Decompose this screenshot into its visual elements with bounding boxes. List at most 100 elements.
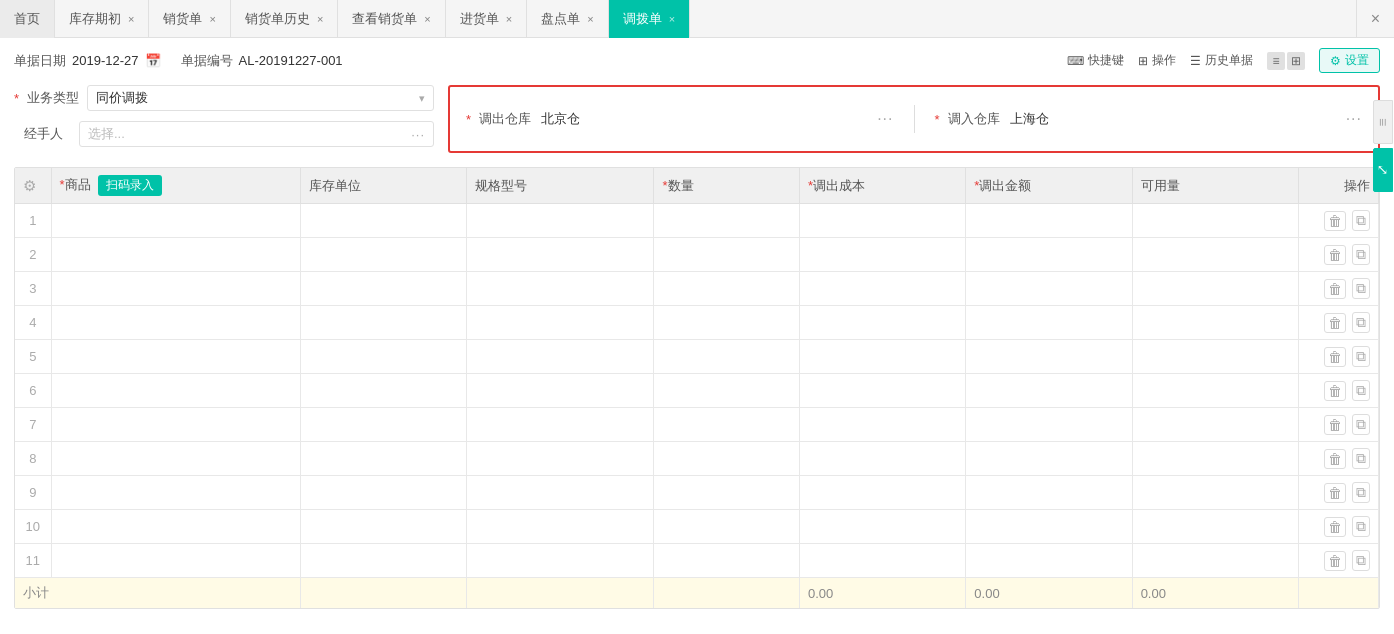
cell-qty-9[interactable] [654,476,800,510]
cell-cost-8[interactable] [799,442,965,476]
cell-qty-5[interactable] [654,340,800,374]
delete-icon-6[interactable]: 🗑 [1324,381,1346,401]
sidebar-list-btn[interactable]: ≡ [1373,100,1393,144]
scan-button[interactable]: 扫码录入 [98,175,162,196]
row-num: 2 [15,238,51,272]
biz-type-select[interactable]: 同价调拨 ▾ [87,85,434,111]
cell-qty-1[interactable] [654,204,800,238]
cell-spec-4 [467,306,654,340]
tab-stocktake[interactable]: 盘点单 × [527,0,608,38]
tab-close-inventory[interactable]: × [128,13,134,25]
cell-qty-3[interactable] [654,272,800,306]
cell-goods-10[interactable] [51,510,301,544]
layout-grid-icon[interactable]: ⊞ [1287,52,1305,70]
ops-btn[interactable]: ⊞ 操作 [1138,52,1176,69]
delete-icon-1[interactable]: 🗑 [1324,211,1346,231]
cell-goods-5[interactable] [51,340,301,374]
header-row: 单据日期 2019-12-27 📅 单据编号 AL-20191227-001 ⌨… [14,48,1380,73]
copy-icon-6[interactable]: ⧉ [1352,380,1370,401]
tab-close-purchase[interactable]: × [506,13,512,25]
delete-icon-5[interactable]: 🗑 [1324,347,1346,367]
sidebar-expand-btn[interactable]: ⤢ [1373,148,1393,192]
cell-cost-11[interactable] [799,544,965,578]
layout-list-icon[interactable]: ≡ [1267,52,1285,70]
cell-qty-4[interactable] [654,306,800,340]
agent-more-icon[interactable]: ··· [411,127,425,142]
cell-amount-4 [966,306,1132,340]
tab-close-sales[interactable]: × [209,13,215,25]
cell-op-10: 🗑 ⧉ [1299,510,1379,544]
cell-cost-3[interactable] [799,272,965,306]
cell-goods-4[interactable] [51,306,301,340]
cell-cost-6[interactable] [799,374,965,408]
copy-icon-1[interactable]: ⧉ [1352,210,1370,231]
tab-close-sales-hist[interactable]: × [317,13,323,25]
tab-sales-history[interactable]: 销货单历史 × [231,0,338,38]
copy-icon-5[interactable]: ⧉ [1352,346,1370,367]
copy-icon-11[interactable]: ⧉ [1352,550,1370,571]
copy-icon-7[interactable]: ⧉ [1352,414,1370,435]
cell-cost-5[interactable] [799,340,965,374]
copy-icon-10[interactable]: ⧉ [1352,516,1370,537]
delete-icon-3[interactable]: 🗑 [1324,279,1346,299]
th-goods: *商品 扫码录入 [51,168,301,204]
cell-goods-3[interactable] [51,272,301,306]
cell-qty-7[interactable] [654,408,800,442]
cell-qty-6[interactable] [654,374,800,408]
cell-unit-2 [301,238,467,272]
copy-icon-4[interactable]: ⧉ [1352,312,1370,333]
cell-goods-11[interactable] [51,544,301,578]
cell-goods-9[interactable] [51,476,301,510]
copy-icon-3[interactable]: ⧉ [1352,278,1370,299]
cell-goods-2[interactable] [51,238,301,272]
warehouse-in-label: 调入仓库 [948,110,1000,128]
delete-icon-10[interactable]: 🗑 [1324,517,1346,537]
table-gear-icon[interactable]: ⚙ [23,177,36,194]
cell-cost-7[interactable] [799,408,965,442]
warehouse-in-more[interactable]: ··· [1346,110,1362,128]
cell-goods-7[interactable] [51,408,301,442]
tab-home[interactable]: 首页 [0,0,55,38]
delete-icon-9[interactable]: 🗑 [1324,483,1346,503]
tab-sales-order[interactable]: 销货单 × [149,0,230,38]
cell-cost-9[interactable] [799,476,965,510]
delete-icon-7[interactable]: 🗑 [1324,415,1346,435]
cell-goods-1[interactable] [51,204,301,238]
cell-qty-8[interactable] [654,442,800,476]
delete-icon-2[interactable]: 🗑 [1324,245,1346,265]
shortcuts-btn[interactable]: ⌨ 快捷键 [1067,52,1124,69]
cell-spec-1 [467,204,654,238]
cell-goods-6[interactable] [51,374,301,408]
tab-view-sales[interactable]: 查看销货单 × [338,0,445,38]
copy-icon-2[interactable]: ⧉ [1352,244,1370,265]
cell-cost-4[interactable] [799,306,965,340]
delete-icon-11[interactable]: 🗑 [1324,551,1346,571]
row-num: 3 [15,272,51,306]
cell-goods-8[interactable] [51,442,301,476]
tab-close-view-sales[interactable]: × [424,13,430,25]
settings-button[interactable]: ⚙ 设置 [1319,48,1380,73]
tab-close-stocktake[interactable]: × [587,13,593,25]
copy-icon-8[interactable]: ⧉ [1352,448,1370,469]
cell-qty-10[interactable] [654,510,800,544]
tab-inventory-init[interactable]: 库存期初 × [55,0,149,38]
cell-qty-11[interactable] [654,544,800,578]
delete-icon-8[interactable]: 🗑 [1324,449,1346,469]
cell-cost-2[interactable] [799,238,965,272]
agent-select[interactable]: 选择... ··· [79,121,434,147]
warehouse-out-more[interactable]: ··· [877,110,893,128]
delete-icon-4[interactable]: 🗑 [1324,313,1346,333]
cell-avail-7 [1132,408,1298,442]
table-row: 6 🗑 ⧉ [15,374,1379,408]
cell-cost-10[interactable] [799,510,965,544]
copy-icon-9[interactable]: ⧉ [1352,482,1370,503]
tab-close-transfer[interactable]: × [669,13,675,25]
th-amount: *调出金额 [966,168,1132,204]
history-btn[interactable]: ☰ 历史单据 [1190,52,1253,69]
cell-qty-2[interactable] [654,238,800,272]
warehouse-divider [914,105,915,133]
calendar-icon[interactable]: 📅 [145,53,161,68]
tab-purchase[interactable]: 进货单 × [446,0,527,38]
tab-transfer[interactable]: 调拨单 × [609,0,690,38]
cell-cost-1[interactable] [799,204,965,238]
